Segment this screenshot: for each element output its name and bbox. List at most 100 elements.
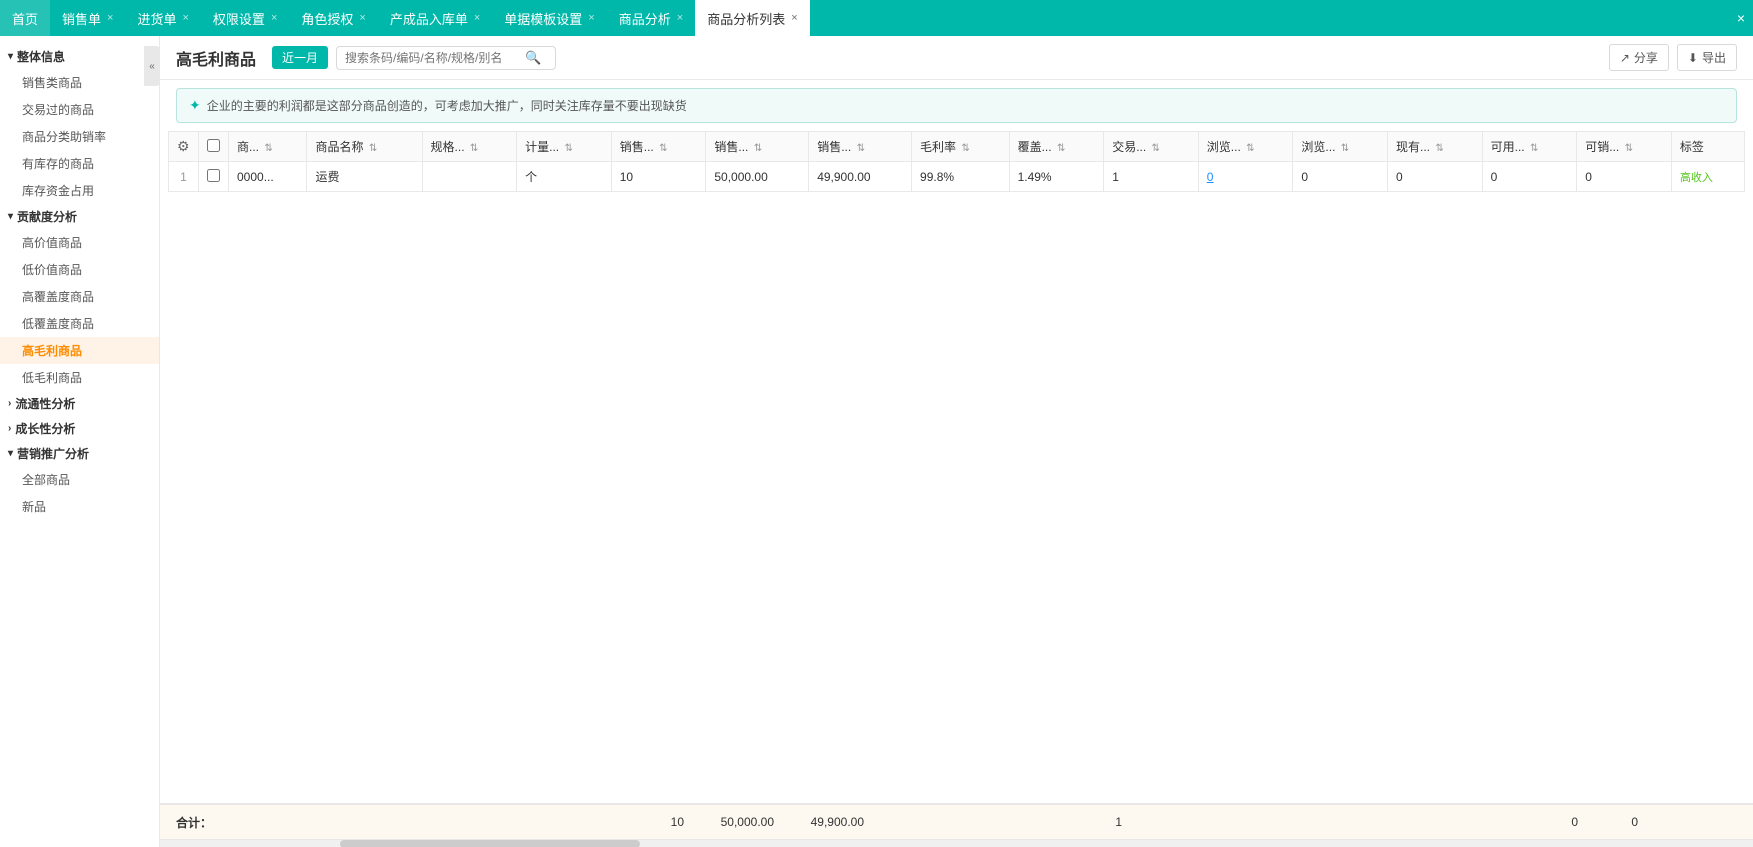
- row-number: 1: [169, 162, 199, 192]
- row-checkbox[interactable]: [207, 169, 220, 182]
- export-icon: ⬇: [1688, 51, 1698, 65]
- sort-icon: ⇅: [1625, 143, 1633, 154]
- search-icon[interactable]: 🔍: [525, 50, 541, 66]
- content-header: 高毛利商品 近一月 🔍 ↗ 分享 ⬇ 导出: [160, 36, 1753, 80]
- sidebar-group-contribution[interactable]: ▾ 贡献度分析: [0, 204, 159, 229]
- horizontal-scrollbar[interactable]: [160, 839, 1753, 847]
- share-icon: ↗: [1620, 51, 1630, 65]
- col-usable-stock[interactable]: 可用... ⇅: [1482, 132, 1577, 162]
- cell-unit: 个: [517, 162, 612, 192]
- sort-icon: ⇅: [961, 143, 969, 154]
- sidebar-item-high-coverage[interactable]: 高覆盖度商品: [0, 283, 159, 310]
- sort-icon: ⇅: [369, 143, 377, 154]
- cell-current-stock: 0: [1388, 162, 1483, 192]
- sort-icon: ⇅: [565, 143, 573, 154]
- sidebar-group-marketing[interactable]: ▾ 营销推广分析: [0, 441, 159, 466]
- share-button[interactable]: ↗ 分享: [1609, 44, 1669, 71]
- tab-product-analysis[interactable]: 商品分析 ×: [607, 0, 695, 36]
- cell-spec: [422, 162, 517, 192]
- sidebar-item-low-margin[interactable]: 低毛利商品: [0, 364, 159, 391]
- sidebar-item-stocked-goods[interactable]: 有库存的商品: [0, 150, 159, 177]
- filter-recent-month-button[interactable]: 近一月: [272, 46, 328, 69]
- sidebar-item-category-rate[interactable]: 商品分类助销率: [0, 123, 159, 150]
- sidebar-item-high-value[interactable]: 高价值商品: [0, 229, 159, 256]
- search-box: 🔍: [336, 46, 556, 70]
- close-icon[interactable]: ×: [588, 12, 594, 24]
- sidebar-group-liquidity[interactable]: › 流通性分析: [0, 391, 159, 416]
- data-table: ⚙ 商... ⇅ 商品名称 ⇅: [168, 131, 1745, 192]
- sort-icon: ⇅: [1057, 143, 1065, 154]
- export-button[interactable]: ⬇ 导出: [1677, 44, 1737, 71]
- table-container[interactable]: ⚙ 商... ⇅ 商品名称 ⇅: [160, 131, 1753, 803]
- top-nav: 首页 销售单 × 进货单 × 权限设置 × 角色授权 × 产成品入库单 × 单据…: [0, 0, 1753, 36]
- table-header-row: ⚙ 商... ⇅ 商品名称 ⇅: [169, 132, 1745, 162]
- scroll-thumb[interactable]: [340, 840, 640, 847]
- close-icon[interactable]: ×: [359, 12, 365, 24]
- sort-icon: ⇅: [1152, 143, 1160, 154]
- col-sale-qty[interactable]: 销售... ⇅: [611, 132, 706, 162]
- cell-coverage: 1.49%: [1009, 162, 1104, 192]
- sort-icon: ⇅: [857, 143, 865, 154]
- col-checkbox[interactable]: [199, 132, 229, 162]
- row-checkbox-cell[interactable]: [199, 162, 229, 192]
- chevron-right-icon: ›: [8, 398, 11, 409]
- sidebar-item-stock-capital[interactable]: 库存资金占用: [0, 177, 159, 204]
- cell-saleable-stock: 0: [1577, 162, 1672, 192]
- tab-purchase[interactable]: 进货单 ×: [125, 0, 200, 36]
- sidebar-item-traded-goods[interactable]: 交易过的商品: [0, 96, 159, 123]
- col-transaction[interactable]: 交易... ⇅: [1104, 132, 1199, 162]
- sidebar-group-growth[interactable]: › 成长性分析: [0, 416, 159, 441]
- window-close-button[interactable]: ×: [1737, 10, 1745, 26]
- sidebar-group-overall[interactable]: ▾ 整体信息: [0, 44, 159, 69]
- close-icon[interactable]: ×: [791, 12, 797, 24]
- select-all-checkbox[interactable]: [207, 139, 220, 152]
- col-coverage[interactable]: 覆盖... ⇅: [1009, 132, 1104, 162]
- sidebar-item-high-margin[interactable]: 高毛利商品: [0, 337, 159, 364]
- col-unit[interactable]: 计量... ⇅: [517, 132, 612, 162]
- gear-icon[interactable]: ⚙: [177, 138, 190, 154]
- col-tag[interactable]: 标签: [1671, 132, 1744, 162]
- col-sale-profit[interactable]: 销售... ⇅: [809, 132, 912, 162]
- browse1-link[interactable]: 0: [1207, 170, 1214, 184]
- search-input[interactable]: [345, 51, 525, 65]
- sidebar-item-sales-goods[interactable]: 销售类商品: [0, 69, 159, 96]
- cell-sale-qty: 10: [611, 162, 706, 192]
- close-icon[interactable]: ×: [271, 12, 277, 24]
- cell-usable-stock: 0: [1482, 162, 1577, 192]
- sidebar-item-low-coverage[interactable]: 低覆盖度商品: [0, 310, 159, 337]
- close-icon[interactable]: ×: [182, 12, 188, 24]
- col-code[interactable]: 商... ⇅: [229, 132, 307, 162]
- col-browse1[interactable]: 浏览... ⇅: [1198, 132, 1293, 162]
- tab-home[interactable]: 首页: [0, 0, 50, 36]
- col-settings[interactable]: ⚙: [169, 132, 199, 162]
- close-icon[interactable]: ×: [107, 12, 113, 24]
- col-name[interactable]: 商品名称 ⇅: [307, 132, 422, 162]
- tab-product-analysis-list[interactable]: 商品分析列表 ×: [695, 0, 809, 36]
- cell-name: 运费: [307, 162, 422, 192]
- info-icon: ✦: [189, 97, 201, 114]
- footer-sale-amount: 50,000.00: [684, 815, 774, 829]
- sort-icon: ⇅: [659, 143, 667, 154]
- sidebar-item-low-value[interactable]: 低价值商品: [0, 256, 159, 283]
- sidebar-item-all-goods[interactable]: 全部商品: [0, 466, 159, 493]
- col-gross-margin[interactable]: 毛利率 ⇅: [912, 132, 1010, 162]
- col-current-stock[interactable]: 现有... ⇅: [1388, 132, 1483, 162]
- close-icon[interactable]: ×: [474, 12, 480, 24]
- tab-permission[interactable]: 权限设置 ×: [201, 0, 289, 36]
- col-sale-amount[interactable]: 销售... ⇅: [706, 132, 809, 162]
- tab-product-warehousing[interactable]: 产成品入库单 ×: [378, 0, 492, 36]
- sidebar-item-new-goods[interactable]: 新品: [0, 493, 159, 520]
- footer-transaction: 1: [1062, 815, 1122, 829]
- tab-sales[interactable]: 销售单 ×: [50, 0, 125, 36]
- cell-browse1[interactable]: 0: [1198, 162, 1293, 192]
- tab-role[interactable]: 角色授权 ×: [289, 0, 377, 36]
- info-text: 企业的主要的利润都是这部分商品创造的，可考虑加大推广，同时关注库存量不要出现缺货: [207, 97, 687, 114]
- close-icon[interactable]: ×: [677, 12, 683, 24]
- col-saleable-stock[interactable]: 可销... ⇅: [1577, 132, 1672, 162]
- tab-template-settings[interactable]: 单据模板设置 ×: [492, 0, 606, 36]
- sidebar-collapse-button[interactable]: «: [144, 46, 160, 86]
- footer-sale-qty: 10: [624, 815, 684, 829]
- col-spec[interactable]: 规格... ⇅: [422, 132, 517, 162]
- col-browse2[interactable]: 浏览... ⇅: [1293, 132, 1388, 162]
- footer-usable-stock: 0: [1578, 815, 1638, 829]
